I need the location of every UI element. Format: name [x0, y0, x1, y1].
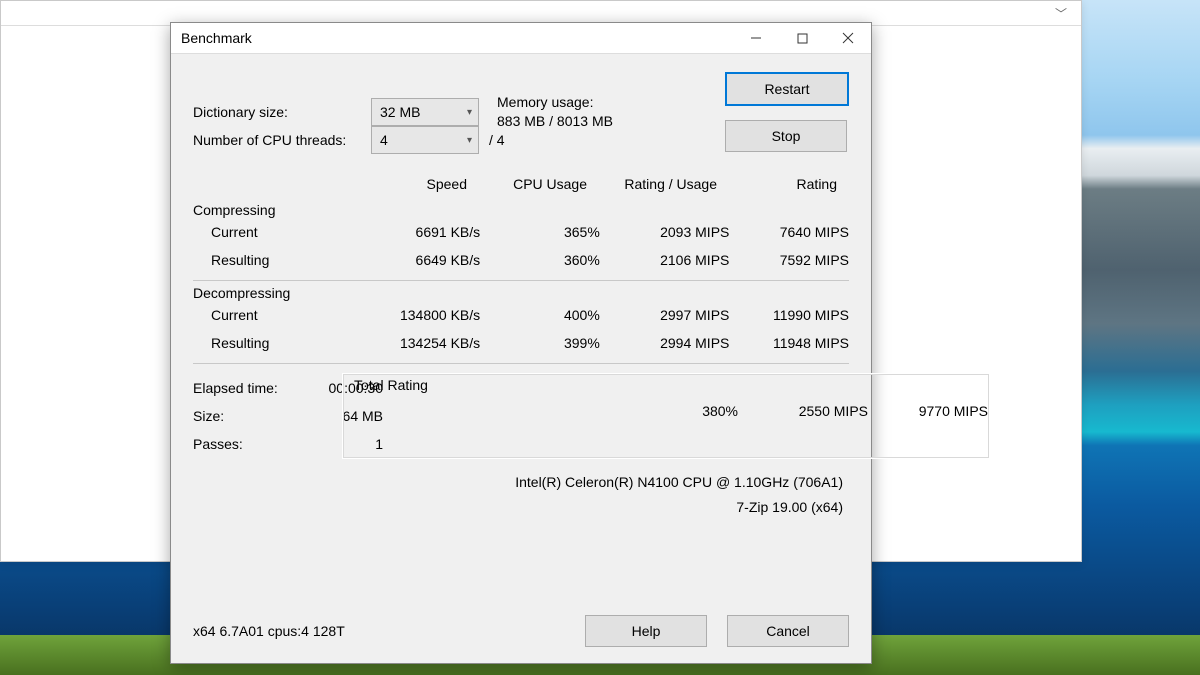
- separator: [193, 363, 849, 364]
- threads-label: Number of CPU threads:: [193, 132, 371, 148]
- dictionary-size-label: Dictionary size:: [193, 104, 371, 120]
- threads-total: / 4: [489, 132, 505, 148]
- stop-button[interactable]: Stop: [725, 120, 847, 152]
- memory-usage-label: Memory usage:: [497, 93, 613, 112]
- col-speed: Speed: [317, 176, 467, 192]
- row-label: Current: [193, 224, 331, 240]
- window-controls: [733, 23, 871, 53]
- dictionary-size-value: 32 MB: [380, 104, 420, 120]
- cancel-button[interactable]: Cancel: [727, 615, 849, 647]
- maximize-button[interactable]: [779, 23, 825, 53]
- dialog-content: Dictionary size: 32 MB ▾ Memory usage: 8…: [171, 54, 871, 532]
- table-row: Current 134800 KB/s 400% 2997 MIPS 11990…: [193, 301, 849, 329]
- minimize-button[interactable]: [733, 23, 779, 53]
- total-rating-label: Total Rating: [344, 375, 988, 397]
- elapsed-label: Elapsed time:: [193, 380, 303, 396]
- total-rating-box: Total Rating 380% 2550 MIPS 9770 MIPS: [343, 374, 989, 458]
- dialog-titlebar[interactable]: Benchmark: [171, 23, 871, 54]
- help-button[interactable]: Help: [585, 615, 707, 647]
- chevron-down-icon: ▾: [467, 107, 472, 118]
- table-row: Resulting 6649 KB/s 360% 2106 MIPS 7592 …: [193, 246, 849, 274]
- dialog-title: Benchmark: [171, 30, 252, 46]
- total-ru: 2550 MIPS: [738, 403, 868, 419]
- results-table: Speed CPU Usage Rating / Usage Rating Co…: [193, 170, 849, 364]
- minimize-icon: [750, 32, 762, 44]
- maximize-icon: [797, 33, 808, 44]
- dictionary-size-combo[interactable]: 32 MB ▾: [371, 98, 479, 126]
- table-row: Resulting 134254 KB/s 399% 2994 MIPS 119…: [193, 329, 849, 357]
- memory-usage-value: 883 MB / 8013 MB: [497, 112, 613, 131]
- system-info: Intel(R) Celeron(R) N4100 CPU @ 1.10GHz …: [193, 470, 843, 520]
- table-row: Current 6691 KB/s 365% 2093 MIPS 7640 MI…: [193, 218, 849, 246]
- col-rating-usage: Rating / Usage: [587, 176, 717, 192]
- col-rating: Rating: [717, 176, 837, 192]
- col-cpu: CPU Usage: [467, 176, 587, 192]
- decompressing-header: Decompressing: [193, 285, 849, 301]
- cpu-info: Intel(R) Celeron(R) N4100 CPU @ 1.10GHz …: [193, 470, 843, 495]
- size-label: Size:: [193, 408, 303, 424]
- row-label: Current: [193, 307, 331, 323]
- app-info: 7-Zip 19.00 (x64): [193, 495, 843, 520]
- chevron-down-icon: ▾: [467, 135, 472, 146]
- row-label: Resulting: [193, 252, 331, 268]
- total-cpu: 380%: [618, 403, 738, 419]
- threads-value: 4: [380, 132, 388, 148]
- memory-usage: Memory usage: 883 MB / 8013 MB: [497, 93, 613, 131]
- close-button[interactable]: [825, 23, 871, 53]
- close-icon: [842, 32, 854, 44]
- separator: [193, 280, 849, 281]
- compressing-header: Compressing: [193, 202, 849, 218]
- desktop-background: ﹀ Benchmark Dictionary size: 32: [0, 0, 1200, 675]
- passes-label: Passes:: [193, 436, 303, 452]
- total-rating: 9770 MIPS: [868, 403, 988, 419]
- benchmark-dialog: Benchmark Dictionary size: 32 MB ▾: [170, 22, 872, 664]
- restart-button[interactable]: Restart: [725, 72, 849, 106]
- threads-combo[interactable]: 4 ▾: [371, 126, 479, 154]
- chevron-down-icon[interactable]: ﹀: [1055, 5, 1067, 22]
- version-string: x64 6.7A01 cpus:4 128T: [193, 623, 345, 639]
- row-label: Resulting: [193, 335, 331, 351]
